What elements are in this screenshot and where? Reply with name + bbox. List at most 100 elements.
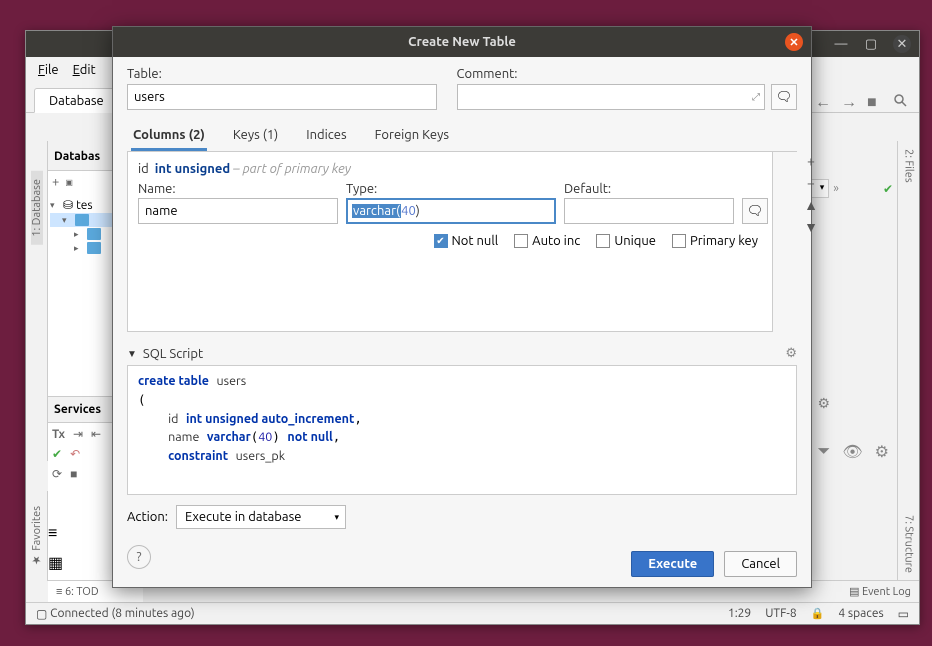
folder-icon	[87, 228, 101, 240]
expand-icon[interactable]: ⤢	[752, 91, 760, 103]
sql-header-label: SQL Script	[143, 347, 203, 361]
dialog-title: Create New Table	[408, 35, 516, 49]
right-sidebar: 2: Files 7: Structure	[897, 141, 919, 581]
tab-indices[interactable]: Indices	[304, 124, 348, 151]
default-label: Default:	[564, 182, 734, 196]
execute-button[interactable]: Execute	[631, 551, 714, 577]
todo-tab[interactable]: ≡ 6: TOD	[56, 586, 99, 598]
existing-column-row[interactable]: id int unsigned – part of primary key	[138, 160, 762, 182]
status-cursor-pos: 1:29	[728, 607, 751, 620]
indent-icon[interactable]: ⇥	[73, 427, 83, 441]
checkbox-icon	[596, 234, 610, 248]
status-indent[interactable]: 4 spaces	[838, 607, 883, 620]
right-toolbar: ⚙ ⏷ 👁 ⚙	[818, 395, 889, 461]
db-add-icon[interactable]: +	[52, 175, 59, 189]
menu-file[interactable]: File	[32, 61, 65, 79]
lock-icon[interactable]: 🔒	[811, 607, 825, 620]
name-label: Name:	[138, 182, 338, 196]
sql-preview[interactable]: create table users ( id int unsigned aut…	[127, 365, 797, 495]
column-tabs: Columns (2) Keys (1) Indices Foreign Key…	[127, 118, 797, 152]
columns-editor: id int unsigned – part of primary key Na…	[127, 152, 773, 332]
sql-header[interactable]: ▼ SQL Script ⚙	[127, 342, 797, 365]
column-name-input[interactable]	[138, 198, 338, 224]
action-select[interactable]: Execute in database	[176, 505, 346, 529]
stop-icon[interactable]: ■	[867, 93, 883, 109]
checkmark-icon: ✔	[883, 182, 893, 196]
help-button[interactable]: ?	[127, 545, 151, 569]
stop-icon[interactable]: ■	[70, 467, 77, 481]
commit-icon[interactable]: ✔	[52, 447, 62, 461]
move-down-button[interactable]: ▼	[802, 218, 820, 236]
rollback-icon[interactable]: ↶	[70, 447, 80, 461]
unique-checkbox[interactable]: Unique	[596, 234, 656, 248]
not-null-checkbox[interactable]: ✔ Not null	[434, 234, 499, 248]
checkbox-icon	[672, 234, 686, 248]
folder-icon	[87, 242, 101, 254]
overflow-icon[interactable]: »	[833, 182, 839, 195]
status-notify-icon[interactable]: ▭	[898, 607, 909, 621]
checkbox-icon	[514, 234, 528, 248]
comment-label: Comment:	[457, 67, 797, 81]
gear-icon[interactable]: ⚙	[785, 346, 797, 361]
main-toolbar-right: ← → ■	[815, 93, 909, 109]
db-refresh-icon[interactable]: ▣	[65, 178, 73, 187]
move-up-button[interactable]: ▲	[802, 196, 820, 214]
auto-inc-checkbox[interactable]: Auto inc	[514, 234, 580, 248]
maximize-button[interactable]: ▢	[863, 36, 879, 52]
tab-database[interactable]: Database	[34, 88, 119, 113]
chevron-down-icon: ▼	[127, 348, 137, 360]
forward-icon[interactable]: →	[841, 93, 857, 109]
sidebar-structure[interactable]: 7: Structure	[903, 507, 915, 581]
add-column-button[interactable]: +	[802, 152, 820, 170]
tab-keys[interactable]: Keys (1)	[231, 124, 280, 151]
chevron-down-icon: ▾	[50, 200, 60, 211]
tab-foreign-keys[interactable]: Foreign Keys	[373, 124, 451, 151]
favorites-sidebar: ★ Favorites	[26, 491, 48, 581]
grid-icon[interactable]: ▦	[48, 553, 93, 572]
table-name-input[interactable]	[127, 84, 437, 110]
type-label: Type:	[346, 182, 556, 196]
column-default-input[interactable]	[564, 198, 734, 224]
type-fn: varchar(	[352, 204, 401, 218]
cancel-button[interactable]: Cancel	[724, 551, 797, 577]
tab-columns[interactable]: Columns (2)	[131, 124, 207, 151]
refresh-icon[interactable]: ⟳	[52, 467, 62, 481]
main-close-button[interactable]: ✕	[893, 35, 911, 53]
dialog-titlebar: Create New Table ✕	[113, 27, 811, 57]
comment-input[interactable]: ⤢	[457, 84, 765, 110]
sidebar-database[interactable]: 1: Database	[31, 171, 43, 245]
gear-icon[interactable]: ⚙	[818, 395, 889, 412]
outdent-icon[interactable]: ⇤	[91, 427, 101, 441]
checkbox-icon: ✔	[434, 234, 448, 248]
search-icon[interactable]	[893, 93, 909, 109]
col-type: int unsigned	[155, 162, 230, 176]
status-encoding[interactable]: UTF-8	[765, 607, 796, 620]
sql-section: ▼ SQL Script ⚙ create table users ( id i…	[127, 342, 797, 495]
minimize-button[interactable]: —	[833, 36, 849, 52]
list-icon[interactable]: ≡	[48, 524, 93, 543]
menu-edit[interactable]: Edit	[67, 61, 102, 79]
sidebar-favorites[interactable]: ★ Favorites	[30, 498, 43, 574]
primary-key-checkbox[interactable]: Primary key	[672, 234, 758, 248]
gear-icon[interactable]: ⚙	[875, 442, 889, 461]
sidebar-files[interactable]: 2: Files	[903, 141, 915, 191]
back-icon[interactable]: ←	[815, 93, 831, 109]
folder-icon	[75, 214, 89, 226]
speech-icon: 🗨	[747, 204, 764, 219]
chevron-right-icon: ▸	[74, 243, 84, 254]
status-icon: ▢	[36, 607, 47, 621]
column-type-input[interactable]: varchar(40)	[346, 198, 556, 224]
type-arg: 40	[401, 204, 416, 218]
filter-icon[interactable]: ⏷	[818, 442, 831, 461]
status-connection: Connected (8 minutes ago)	[50, 607, 195, 620]
dialog-close-button[interactable]: ✕	[785, 33, 803, 51]
left-sidebar: 1: Database	[26, 141, 48, 461]
action-label: Action:	[127, 510, 168, 524]
comment-more-button[interactable]: 🗨	[771, 84, 797, 110]
speech-icon: 🗨	[776, 90, 793, 105]
column-more-button[interactable]: 🗨	[742, 198, 768, 224]
eye-icon[interactable]: 👁	[842, 442, 862, 461]
remove-column-button[interactable]: −	[802, 174, 820, 192]
event-log-tab[interactable]: ▤ Event Log	[849, 585, 911, 598]
create-table-dialog: Create New Table ✕ Table: Comment: ⤢ 🗨	[112, 26, 812, 588]
